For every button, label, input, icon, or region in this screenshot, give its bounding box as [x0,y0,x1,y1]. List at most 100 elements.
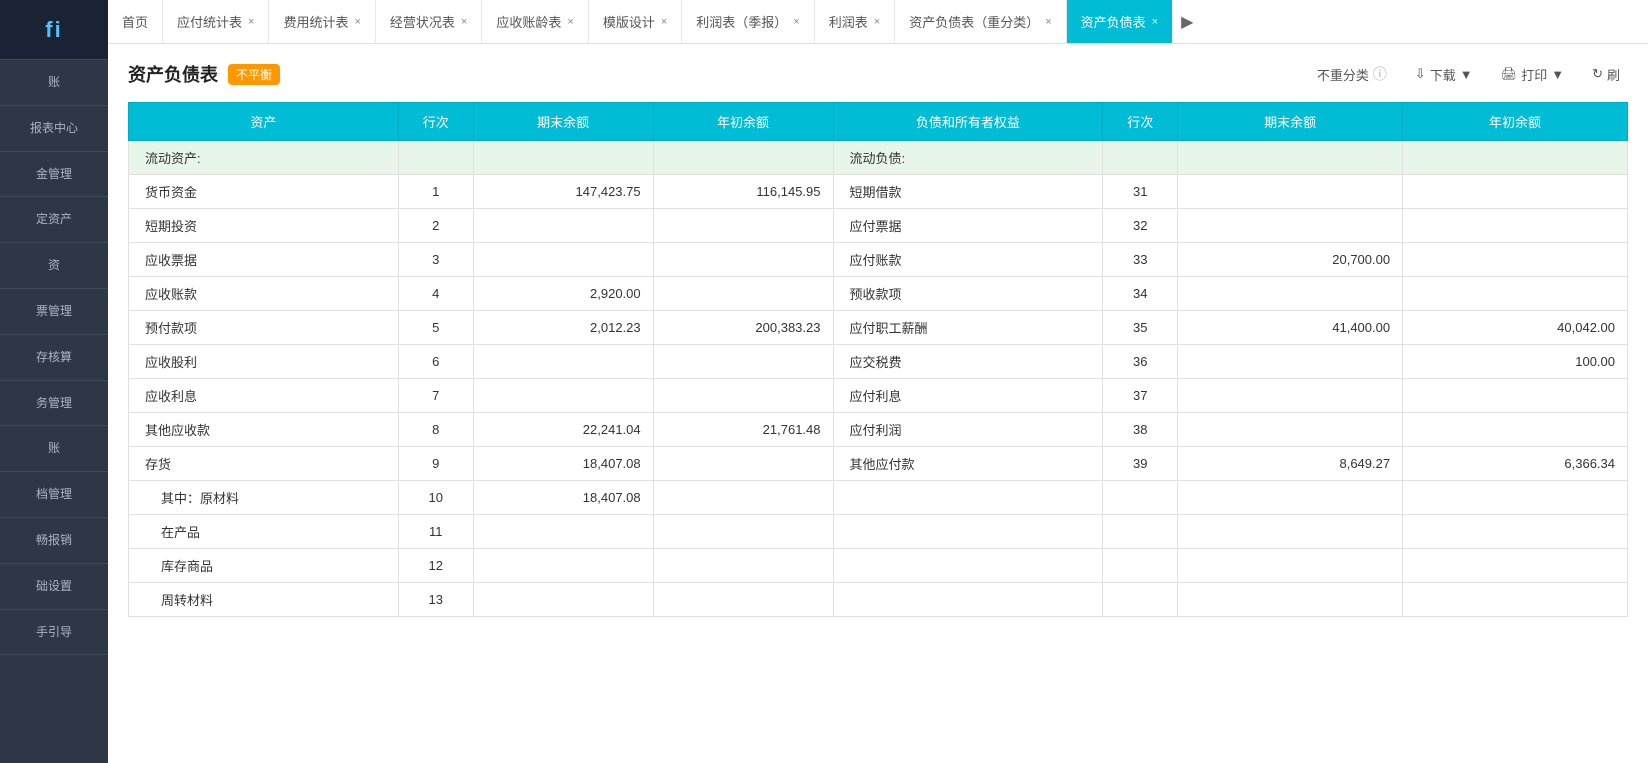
end-bal2-cell[interactable]: 8,649.27 [1178,447,1403,481]
year-bal2-cell[interactable] [1403,379,1628,413]
year-bal-cell[interactable] [653,209,833,243]
tab-business-status[interactable]: 经营状况表 × [376,0,482,44]
year-bal2-cell[interactable] [1403,583,1628,617]
end-bal-cell[interactable]: 22,241.04 [473,413,653,447]
year-bal2-cell[interactable] [1403,209,1628,243]
close-tab-expense-stats[interactable]: × [354,16,360,28]
liab-cell[interactable] [833,515,1103,549]
year-bal2-cell[interactable] [1403,549,1628,583]
end-bal2-cell[interactable] [1178,481,1403,515]
sidebar-item-tax-mgmt[interactable]: 务管理 [0,381,108,427]
liab-cell[interactable]: 短期借款 [833,175,1103,209]
year-bal-cell[interactable]: 21,761.48 [653,413,833,447]
year-bal-cell[interactable] [653,277,833,311]
liab-cell[interactable] [833,481,1103,515]
end-bal-cell[interactable] [473,379,653,413]
asset-cell[interactable]: 应收账款 [129,277,399,311]
refresh-button[interactable]: ↻ 刷 [1584,61,1628,88]
sidebar-item-ledger[interactable]: 账 [0,426,108,472]
download-button[interactable]: ⇩ 下载 ▼ [1407,61,1481,88]
close-tab-balance-reclassified[interactable]: × [1045,16,1051,28]
sidebar-item-account[interactable]: 账 [0,60,108,106]
sidebar-item-basic-settings[interactable]: 础设置 [0,564,108,610]
year-bal2-cell[interactable] [1403,277,1628,311]
year-bal-cell[interactable] [653,345,833,379]
close-tab-business-status[interactable]: × [461,16,467,28]
end-bal2-cell[interactable] [1178,379,1403,413]
asset-cell[interactable]: 应收股利 [129,345,399,379]
end-bal2-cell[interactable] [1178,345,1403,379]
asset-cell[interactable]: 其中：原材料 [129,481,399,515]
end-bal2-cell[interactable] [1178,583,1403,617]
liab-cell[interactable]: 应付职工薪酬 [833,311,1103,345]
end-bal-cell[interactable] [473,583,653,617]
asset-cell[interactable]: 货币资金 [129,175,399,209]
end-bal-cell[interactable]: 2,012.23 [473,311,653,345]
liab-cell[interactable]: 应付利息 [833,379,1103,413]
year-bal-cell[interactable] [653,447,833,481]
tab-scroll-arrow[interactable]: ▶ [1173,12,1201,32]
year-bal-cell[interactable] [653,243,833,277]
year-bal-cell[interactable] [653,379,833,413]
sidebar-item-expense[interactable]: 畅报销 [0,518,108,564]
no-reclassify-button[interactable]: 不重分类 ⓘ [1309,60,1395,88]
tab-template-design[interactable]: 模版设计 × [589,0,682,44]
tab-home[interactable]: 首页 [108,0,163,44]
year-bal2-cell[interactable] [1403,243,1628,277]
sidebar-item-inventory[interactable]: 存核算 [0,335,108,381]
liab-cell[interactable]: 应交税费 [833,345,1103,379]
end-bal2-cell[interactable] [1178,141,1403,175]
end-bal2-cell[interactable]: 41,400.00 [1178,311,1403,345]
end-bal2-cell[interactable] [1178,209,1403,243]
liab-cell[interactable] [833,549,1103,583]
help-icon[interactable]: ⓘ [1373,64,1387,84]
tab-profit-quarterly[interactable]: 利润表（季报） × [682,0,814,44]
year-bal2-cell[interactable] [1403,413,1628,447]
sidebar-item-capital[interactable]: 资 [0,243,108,289]
end-bal-cell[interactable] [473,549,653,583]
year-bal-cell[interactable]: 200,383.23 [653,311,833,345]
close-tab-profit[interactable]: × [874,16,880,28]
year-bal-cell[interactable] [653,481,833,515]
end-bal2-cell[interactable] [1178,413,1403,447]
year-bal2-cell[interactable]: 40,042.00 [1403,311,1628,345]
year-bal-cell[interactable]: 116,145.95 [653,175,833,209]
close-tab-ar-aging[interactable]: × [567,16,573,28]
end-bal2-cell[interactable] [1178,549,1403,583]
asset-cell[interactable]: 存货 [129,447,399,481]
end-bal-cell[interactable]: 2,920.00 [473,277,653,311]
end-bal-cell[interactable]: 18,407.08 [473,481,653,515]
sidebar-item-invoice-mgmt[interactable]: 票管理 [0,289,108,335]
liab-cell[interactable]: 预收款项 [833,277,1103,311]
asset-cell[interactable]: 在产品 [129,515,399,549]
end-bal-cell[interactable] [473,141,653,175]
close-tab-balance-sheet[interactable]: × [1152,16,1158,28]
asset-cell[interactable]: 库存商品 [129,549,399,583]
print-button[interactable]: 🖨 打印 ▼ [1493,61,1572,88]
year-bal2-cell[interactable] [1403,175,1628,209]
end-bal2-cell[interactable] [1178,175,1403,209]
year-bal-cell[interactable] [653,583,833,617]
year-bal-cell[interactable] [653,515,833,549]
liab-cell[interactable] [833,583,1103,617]
year-bal-cell[interactable] [653,141,833,175]
sidebar-item-report-center[interactable]: 报表中心 [0,106,108,152]
sidebar-item-guide[interactable]: 手引导 [0,610,108,656]
end-bal-cell[interactable]: 147,423.75 [473,175,653,209]
end-bal2-cell[interactable] [1178,515,1403,549]
close-tab-template-design[interactable]: × [661,16,667,28]
asset-cell[interactable]: 周转材料 [129,583,399,617]
liab-cell[interactable]: 应付利润 [833,413,1103,447]
year-bal2-cell[interactable] [1403,481,1628,515]
end-bal-cell[interactable] [473,209,653,243]
year-bal2-cell[interactable]: 100.00 [1403,345,1628,379]
asset-cell[interactable]: 预付款项 [129,311,399,345]
liab-cell[interactable]: 其他应付款 [833,447,1103,481]
tab-balance-sheet[interactable]: 资产负债表 × [1067,0,1173,44]
year-bal2-cell[interactable] [1403,515,1628,549]
tab-expense-stats[interactable]: 费用统计表 × [269,0,375,44]
close-tab-ap-stats[interactable]: × [248,16,254,28]
year-bal2-cell[interactable] [1403,141,1628,175]
asset-cell[interactable]: 其他应收款 [129,413,399,447]
sidebar-item-fixed-assets[interactable]: 定资产 [0,197,108,243]
